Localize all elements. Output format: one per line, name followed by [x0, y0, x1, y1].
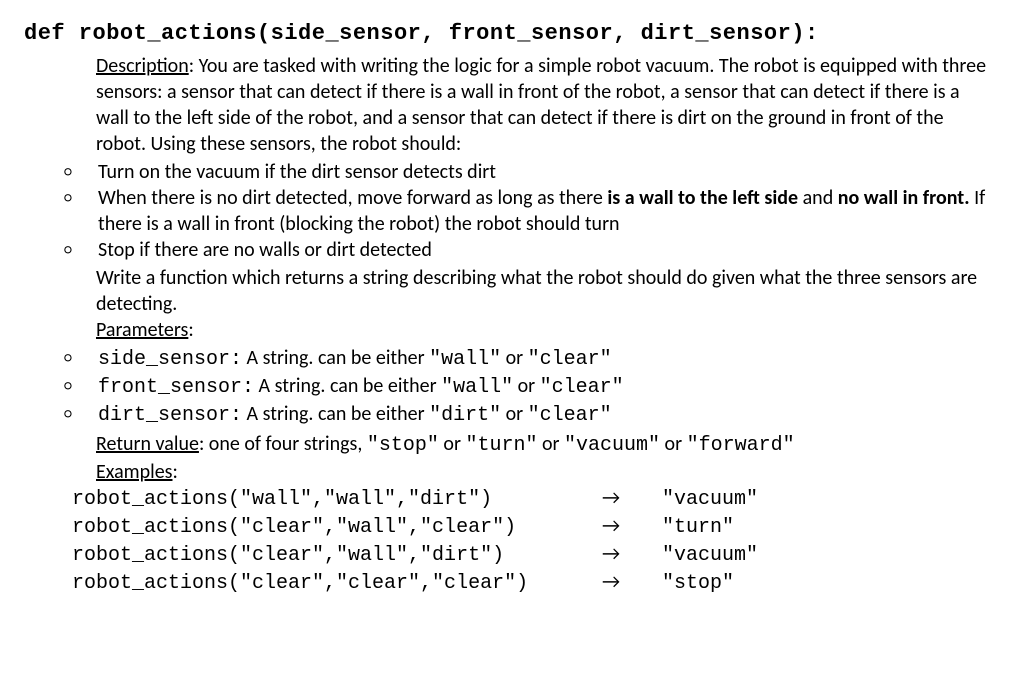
parameters-list: side_sensor: A string. can be either "wa…	[24, 345, 1000, 429]
param-item: side_sensor: A string. can be either "wa…	[64, 345, 1000, 373]
param-value: "wall"	[441, 376, 513, 399]
examples-label: Examples	[96, 460, 173, 484]
param-name: side_sensor:	[98, 348, 242, 371]
arrow-icon: →	[602, 569, 662, 595]
param-item: front_sensor: A string. can be either "w…	[64, 373, 1000, 401]
example-result: "turn"	[662, 515, 734, 541]
description-block: Description: You are tasked with writing…	[96, 53, 990, 157]
param-name: front_sensor:	[98, 376, 254, 399]
rule-text-bold: is a wall to the left side	[607, 186, 798, 210]
rules-list: Turn on the vacuum if the dirt sensor de…	[24, 159, 1000, 263]
example-result: "stop"	[662, 571, 734, 597]
rule-text: and	[798, 186, 838, 210]
param-or: or	[501, 402, 528, 426]
arrow-icon: →	[602, 485, 662, 511]
arrow-icon: →	[602, 541, 662, 567]
rule-text: Turn on the vacuum if the dirt sensor de…	[98, 160, 496, 184]
rule-text: When there is no dirt detected, move for…	[98, 186, 607, 210]
rule-text: Stop if there are no walls or dirt detec…	[98, 238, 432, 262]
arrow-icon: →	[602, 513, 662, 539]
param-text: A string. can be either	[242, 346, 429, 370]
return-literal: "forward"	[687, 434, 795, 457]
function-signature: def robot_actions(side_sensor, front_sen…	[24, 20, 1000, 49]
instruction-text: Write a function which returns a string …	[96, 265, 990, 317]
param-text: A string. can be either	[254, 374, 441, 398]
param-value: "clear"	[540, 376, 624, 399]
examples-block: robot_actions("wall","wall","dirt") → "v…	[72, 485, 990, 597]
example-row: robot_actions("clear","clear","clear") →…	[72, 569, 990, 597]
param-value: "wall"	[429, 348, 501, 371]
examples-heading: Examples:	[96, 459, 990, 485]
description-text: : You are tasked with writing the logic …	[96, 54, 986, 156]
return-literal: "vacuum"	[564, 434, 660, 457]
return-literal: "turn"	[465, 434, 537, 457]
param-value: "clear"	[528, 348, 612, 371]
return-value-label: Return value	[96, 432, 199, 456]
page: def robot_actions(side_sensor, front_sen…	[0, 0, 1024, 597]
example-call: robot_actions("clear","clear","clear")	[72, 571, 602, 597]
param-name: dirt_sensor:	[98, 404, 242, 427]
param-or: or	[501, 346, 528, 370]
param-or: or	[513, 374, 540, 398]
rule-text-bold: no wall in front.	[838, 186, 970, 210]
return-text: : one of four strings,	[199, 432, 367, 456]
return-or: or	[439, 432, 466, 456]
example-row: robot_actions("wall","wall","dirt") → "v…	[72, 485, 990, 513]
rule-item: Stop if there are no walls or dirt detec…	[64, 237, 1000, 263]
example-result: "vacuum"	[662, 487, 758, 513]
param-value: "clear"	[528, 404, 612, 427]
return-value-line: Return value: one of four strings, "stop…	[96, 431, 990, 459]
parameters-heading: Parameters:	[96, 317, 990, 343]
example-row: robot_actions("clear","wall","dirt") → "…	[72, 541, 990, 569]
return-literal: "stop"	[367, 434, 439, 457]
colon: :	[188, 318, 193, 342]
example-call: robot_actions("wall","wall","dirt")	[72, 487, 602, 513]
param-text: A string. can be either	[242, 402, 429, 426]
return-or: or	[537, 432, 564, 456]
example-call: robot_actions("clear","wall","clear")	[72, 515, 602, 541]
rule-item: Turn on the vacuum if the dirt sensor de…	[64, 159, 1000, 185]
description-label: Description	[96, 54, 189, 78]
param-value: "dirt"	[429, 404, 501, 427]
rule-item: When there is no dirt detected, move for…	[64, 185, 1000, 237]
example-call: robot_actions("clear","wall","dirt")	[72, 543, 602, 569]
colon: :	[173, 460, 178, 484]
example-result: "vacuum"	[662, 543, 758, 569]
return-or: or	[660, 432, 687, 456]
parameters-label: Parameters	[96, 318, 188, 342]
param-item: dirt_sensor: A string. can be either "di…	[64, 401, 1000, 429]
example-row: robot_actions("clear","wall","clear") → …	[72, 513, 990, 541]
